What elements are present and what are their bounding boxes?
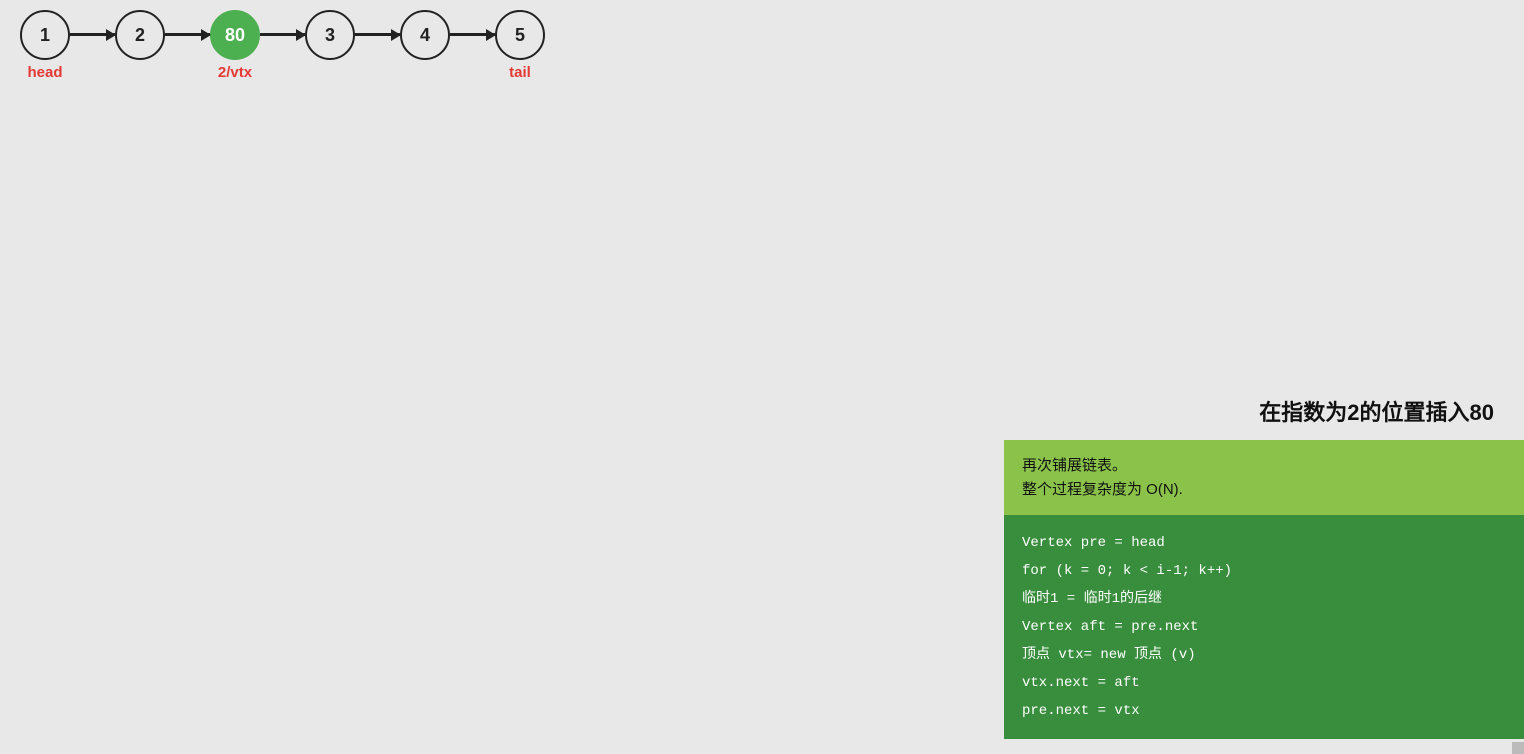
code-line-5: vtx.next = aft — [1022, 669, 1506, 697]
arrow-1 — [165, 33, 210, 36]
arrow-2 — [260, 33, 305, 36]
node-node-2: 2 — [115, 10, 165, 81]
code-line-2: 临时1 = 临时1的后继 — [1022, 585, 1506, 613]
node-label-node-1: head — [27, 64, 62, 81]
scrollbar-indicator[interactable] — [1512, 742, 1524, 754]
node-label-node-80: 2/vtx — [218, 64, 252, 81]
node-label-node-5: tail — [509, 64, 531, 81]
code-line-3: Vertex aft = pre.next — [1022, 613, 1506, 641]
code-box: Vertex pre = headfor (k = 0; k < i-1; k+… — [1004, 515, 1524, 739]
arrow-4 — [450, 33, 495, 36]
code-line-0: Vertex pre = head — [1022, 529, 1506, 557]
desc-line-2: 整个过程复杂度为 O(N). — [1022, 478, 1506, 502]
desc-line-1: 再次铺展链表。 — [1022, 454, 1506, 478]
arrow-3 — [355, 33, 400, 36]
node-label-node-4 — [423, 64, 427, 81]
code-line-4: 顶点 vtx= new 顶点 (v) — [1022, 641, 1506, 669]
arrow-line-1 — [165, 33, 210, 36]
linked-list: 1 head 2 80 2/vtx 3 4 5 tail — [20, 10, 545, 81]
node-circle-node-4: 4 — [400, 10, 450, 60]
node-circle-node-80: 80 — [210, 10, 260, 60]
node-circle-node-1: 1 — [20, 10, 70, 60]
insertion-title: 在指数为2的位置插入80 — [1259, 395, 1494, 427]
node-label-node-2 — [138, 64, 142, 81]
arrow-line-0 — [70, 33, 115, 36]
node-node-80: 80 2/vtx — [210, 10, 260, 81]
node-label-node-3 — [328, 64, 332, 81]
node-circle-node-3: 3 — [305, 10, 355, 60]
description-box: 再次铺展链表。 整个过程复杂度为 O(N). — [1004, 440, 1524, 516]
node-node-4: 4 — [400, 10, 450, 81]
code-line-1: for (k = 0; k < i-1; k++) — [1022, 557, 1506, 585]
code-line-6: pre.next = vtx — [1022, 697, 1506, 725]
arrow-0 — [70, 33, 115, 36]
node-circle-node-5: 5 — [495, 10, 545, 60]
node-node-5: 5 tail — [495, 10, 545, 81]
arrow-line-3 — [355, 33, 400, 36]
node-node-1: 1 head — [20, 10, 70, 81]
arrow-line-2 — [260, 33, 305, 36]
arrow-line-4 — [450, 33, 495, 36]
node-node-3: 3 — [305, 10, 355, 81]
node-circle-node-2: 2 — [115, 10, 165, 60]
